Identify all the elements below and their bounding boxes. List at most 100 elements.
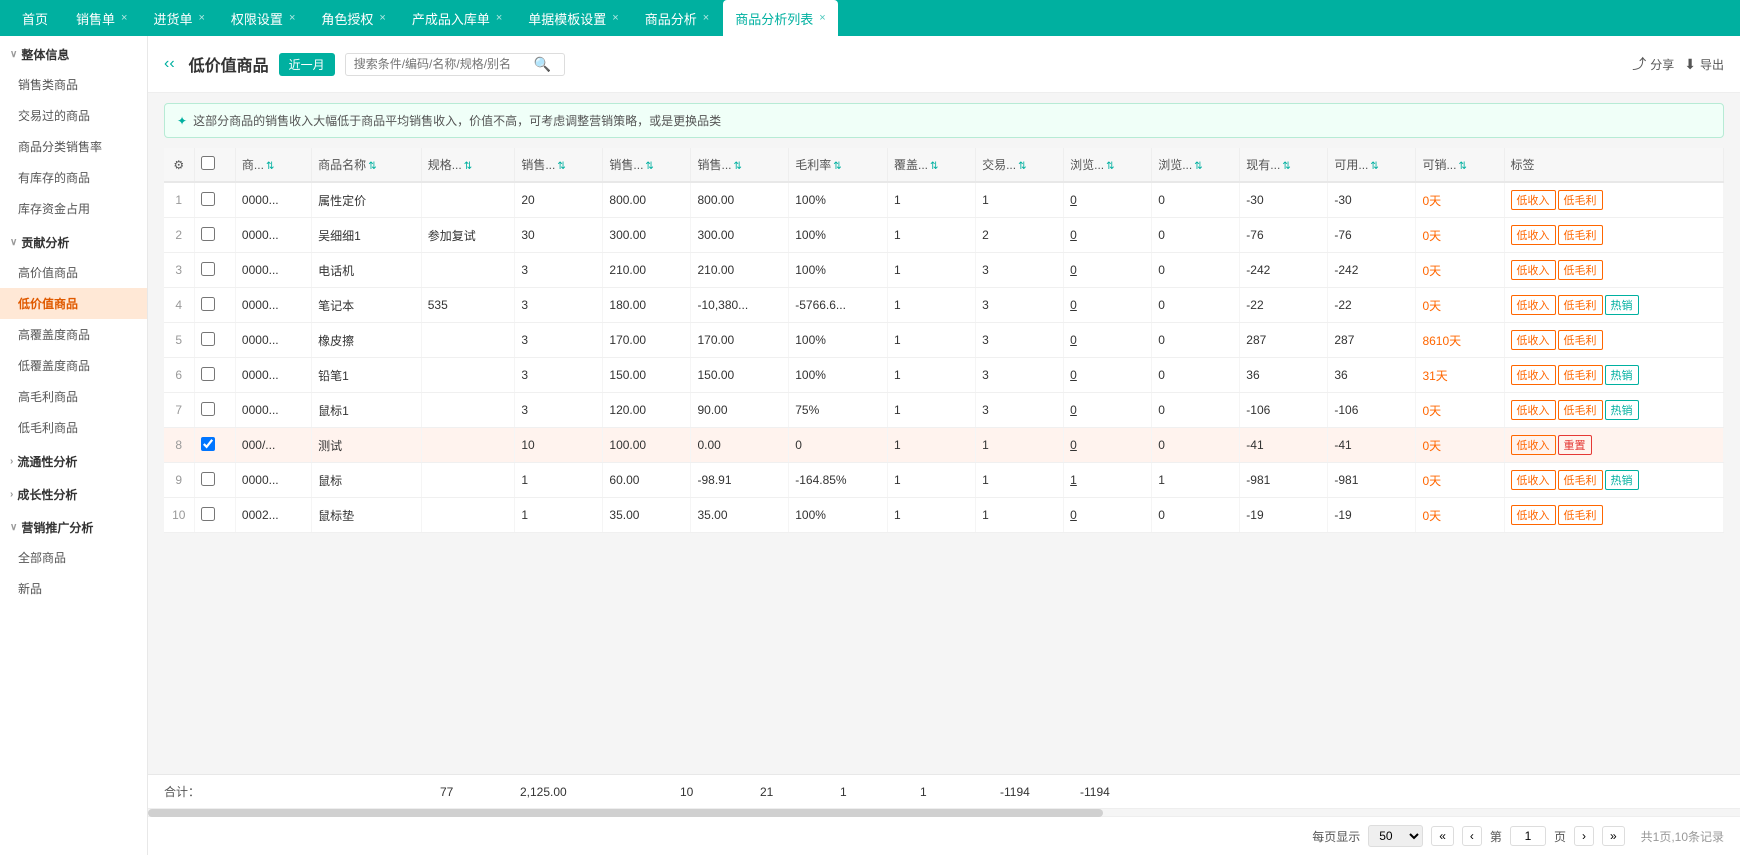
row-checkbox-cell[interactable] — [194, 182, 235, 218]
sidebar-item-new-products[interactable]: 新品 — [0, 573, 147, 604]
nav-tab-analysis-list[interactable]: 商品分析列表 × — [723, 0, 837, 36]
row-checkbox-cell[interactable] — [194, 463, 235, 498]
product-name[interactable]: 电话机 — [312, 253, 422, 288]
row-checkbox-cell[interactable] — [194, 323, 235, 358]
first-page-btn[interactable]: « — [1431, 826, 1454, 846]
sidebar-section-overall[interactable]: ∨ 整体信息 — [0, 36, 147, 69]
browse-link[interactable]: 0 — [1070, 508, 1077, 522]
th-sales-income[interactable]: 销售...⇅ — [691, 148, 789, 182]
browse-link[interactable]: 0 — [1070, 193, 1077, 207]
browse1[interactable]: 0 — [1064, 428, 1152, 463]
browse-link[interactable]: 0 — [1070, 368, 1077, 382]
sidebar-item-high-margin[interactable]: 高毛利商品 — [0, 381, 147, 412]
nav-tab-purchase[interactable]: 进货单 × — [141, 0, 216, 36]
product-name[interactable]: 橡皮擦 — [312, 323, 422, 358]
nav-tab-roles[interactable]: 角色授权 × — [309, 0, 397, 36]
browse-link[interactable]: 0 — [1070, 298, 1077, 312]
row-checkbox-cell[interactable] — [194, 498, 235, 533]
close-icon[interactable]: × — [496, 12, 502, 24]
search-input[interactable] — [354, 57, 534, 71]
select-all-checkbox[interactable] — [201, 156, 215, 170]
sidebar-collapse-btn[interactable]: ‹‹ — [164, 46, 175, 82]
nav-tab-permissions[interactable]: 权限设置 × — [219, 0, 307, 36]
browse1[interactable]: 0 — [1064, 498, 1152, 533]
th-sales-qty[interactable]: 销售...⇅ — [515, 148, 603, 182]
sidebar-section-growth[interactable]: › 成长性分析 — [0, 476, 147, 509]
sidebar-section-contribution[interactable]: ∨ 贡献分析 — [0, 224, 147, 257]
browse1[interactable]: 0 — [1064, 218, 1152, 253]
browse1[interactable]: 0 — [1064, 323, 1152, 358]
th-gross-rate[interactable]: 毛利率⇅ — [789, 148, 888, 182]
th-stock-avail[interactable]: 可用...⇅ — [1328, 148, 1416, 182]
row-checkbox[interactable] — [201, 437, 215, 451]
product-name[interactable]: 测试 — [312, 428, 422, 463]
per-page-select[interactable]: 50 100 200 — [1368, 825, 1423, 847]
nav-home[interactable]: 首页 — [8, 0, 62, 36]
sidebar-item-low-margin[interactable]: 低毛利商品 — [0, 412, 147, 443]
row-checkbox-cell[interactable] — [194, 428, 235, 463]
scrollbar-area[interactable] — [148, 808, 1740, 816]
next-page-btn[interactable]: › — [1574, 826, 1594, 846]
sidebar-item-high-value[interactable]: 高价值商品 — [0, 257, 147, 288]
browse-link[interactable]: 1 — [1070, 473, 1077, 487]
th-browse2[interactable]: 浏览...⇅ — [1152, 148, 1240, 182]
row-checkbox-cell[interactable] — [194, 288, 235, 323]
scrollbar-thumb[interactable] — [148, 809, 1103, 817]
sidebar-item-low-coverage[interactable]: 低覆盖度商品 — [0, 350, 147, 381]
row-checkbox[interactable] — [201, 227, 215, 241]
product-name[interactable]: 铅笔1 — [312, 358, 422, 393]
row-checkbox[interactable] — [201, 192, 215, 206]
th-stock-now[interactable]: 现有...⇅ — [1240, 148, 1328, 182]
browse1[interactable]: 0 — [1064, 253, 1152, 288]
last-page-btn[interactable]: » — [1602, 826, 1625, 846]
browse1[interactable]: 0 — [1064, 358, 1152, 393]
row-checkbox[interactable] — [201, 472, 215, 486]
browse1[interactable]: 0 — [1064, 288, 1152, 323]
row-checkbox[interactable] — [201, 507, 215, 521]
th-tags[interactable]: 标签 — [1504, 148, 1723, 182]
browse-link[interactable]: 0 — [1070, 228, 1077, 242]
row-checkbox-cell[interactable] — [194, 253, 235, 288]
browse1[interactable]: 0 — [1064, 393, 1152, 428]
th-browse1[interactable]: 浏览...⇅ — [1064, 148, 1152, 182]
th-transactions[interactable]: 交易...⇅ — [976, 148, 1064, 182]
th-sales-price[interactable]: 销售...⇅ — [603, 148, 691, 182]
share-button[interactable]: ⤴ 分享 — [1632, 54, 1674, 74]
product-name[interactable]: 吴细细1 — [312, 218, 422, 253]
row-checkbox[interactable] — [201, 402, 215, 416]
row-checkbox[interactable] — [201, 262, 215, 276]
row-checkbox-cell[interactable] — [194, 358, 235, 393]
th-coverage[interactable]: 覆盖...⇅ — [887, 148, 975, 182]
prev-page-btn[interactable]: ‹ — [1462, 826, 1482, 846]
product-name[interactable]: 鼠标 — [312, 463, 422, 498]
close-icon[interactable]: × — [289, 12, 295, 24]
close-icon[interactable]: × — [198, 12, 204, 24]
nav-tab-templates[interactable]: 单据模板设置 × — [516, 0, 630, 36]
nav-tab-analysis[interactable]: 商品分析 × — [633, 0, 721, 36]
row-checkbox[interactable] — [201, 332, 215, 346]
sidebar-item-stocked-products[interactable]: 有库存的商品 — [0, 162, 147, 193]
close-icon[interactable]: × — [703, 12, 709, 24]
close-icon[interactable]: × — [612, 12, 618, 24]
browse-link[interactable]: 0 — [1070, 403, 1077, 417]
browse1[interactable]: 0 — [1064, 182, 1152, 218]
nav-tab-sales[interactable]: 销售单 × — [64, 0, 139, 36]
export-button[interactable]: ⬇ 导出 — [1684, 54, 1724, 74]
th-spec[interactable]: 规格...⇅ — [421, 148, 515, 182]
th-stock-sell[interactable]: 可销...⇅ — [1416, 148, 1504, 182]
row-checkbox-cell[interactable] — [194, 218, 235, 253]
th-code[interactable]: 商...⇅ — [235, 148, 311, 182]
row-checkbox-cell[interactable] — [194, 393, 235, 428]
sidebar-item-high-coverage[interactable]: 高覆盖度商品 — [0, 319, 147, 350]
sidebar-item-traded-products[interactable]: 交易过的商品 — [0, 100, 147, 131]
sidebar-item-all-products[interactable]: 全部商品 — [0, 542, 147, 573]
product-name[interactable]: 笔记本 — [312, 288, 422, 323]
product-name[interactable]: 属性定价 — [312, 182, 422, 218]
product-name[interactable]: 鼠标1 — [312, 393, 422, 428]
close-icon[interactable]: × — [121, 12, 127, 24]
sidebar-item-sales-products[interactable]: 销售类商品 — [0, 69, 147, 100]
close-icon[interactable]: × — [819, 12, 825, 24]
browse1[interactable]: 1 — [1064, 463, 1152, 498]
browse-link[interactable]: 0 — [1070, 263, 1077, 277]
sidebar-item-low-value[interactable]: 低价值商品 — [0, 288, 147, 319]
